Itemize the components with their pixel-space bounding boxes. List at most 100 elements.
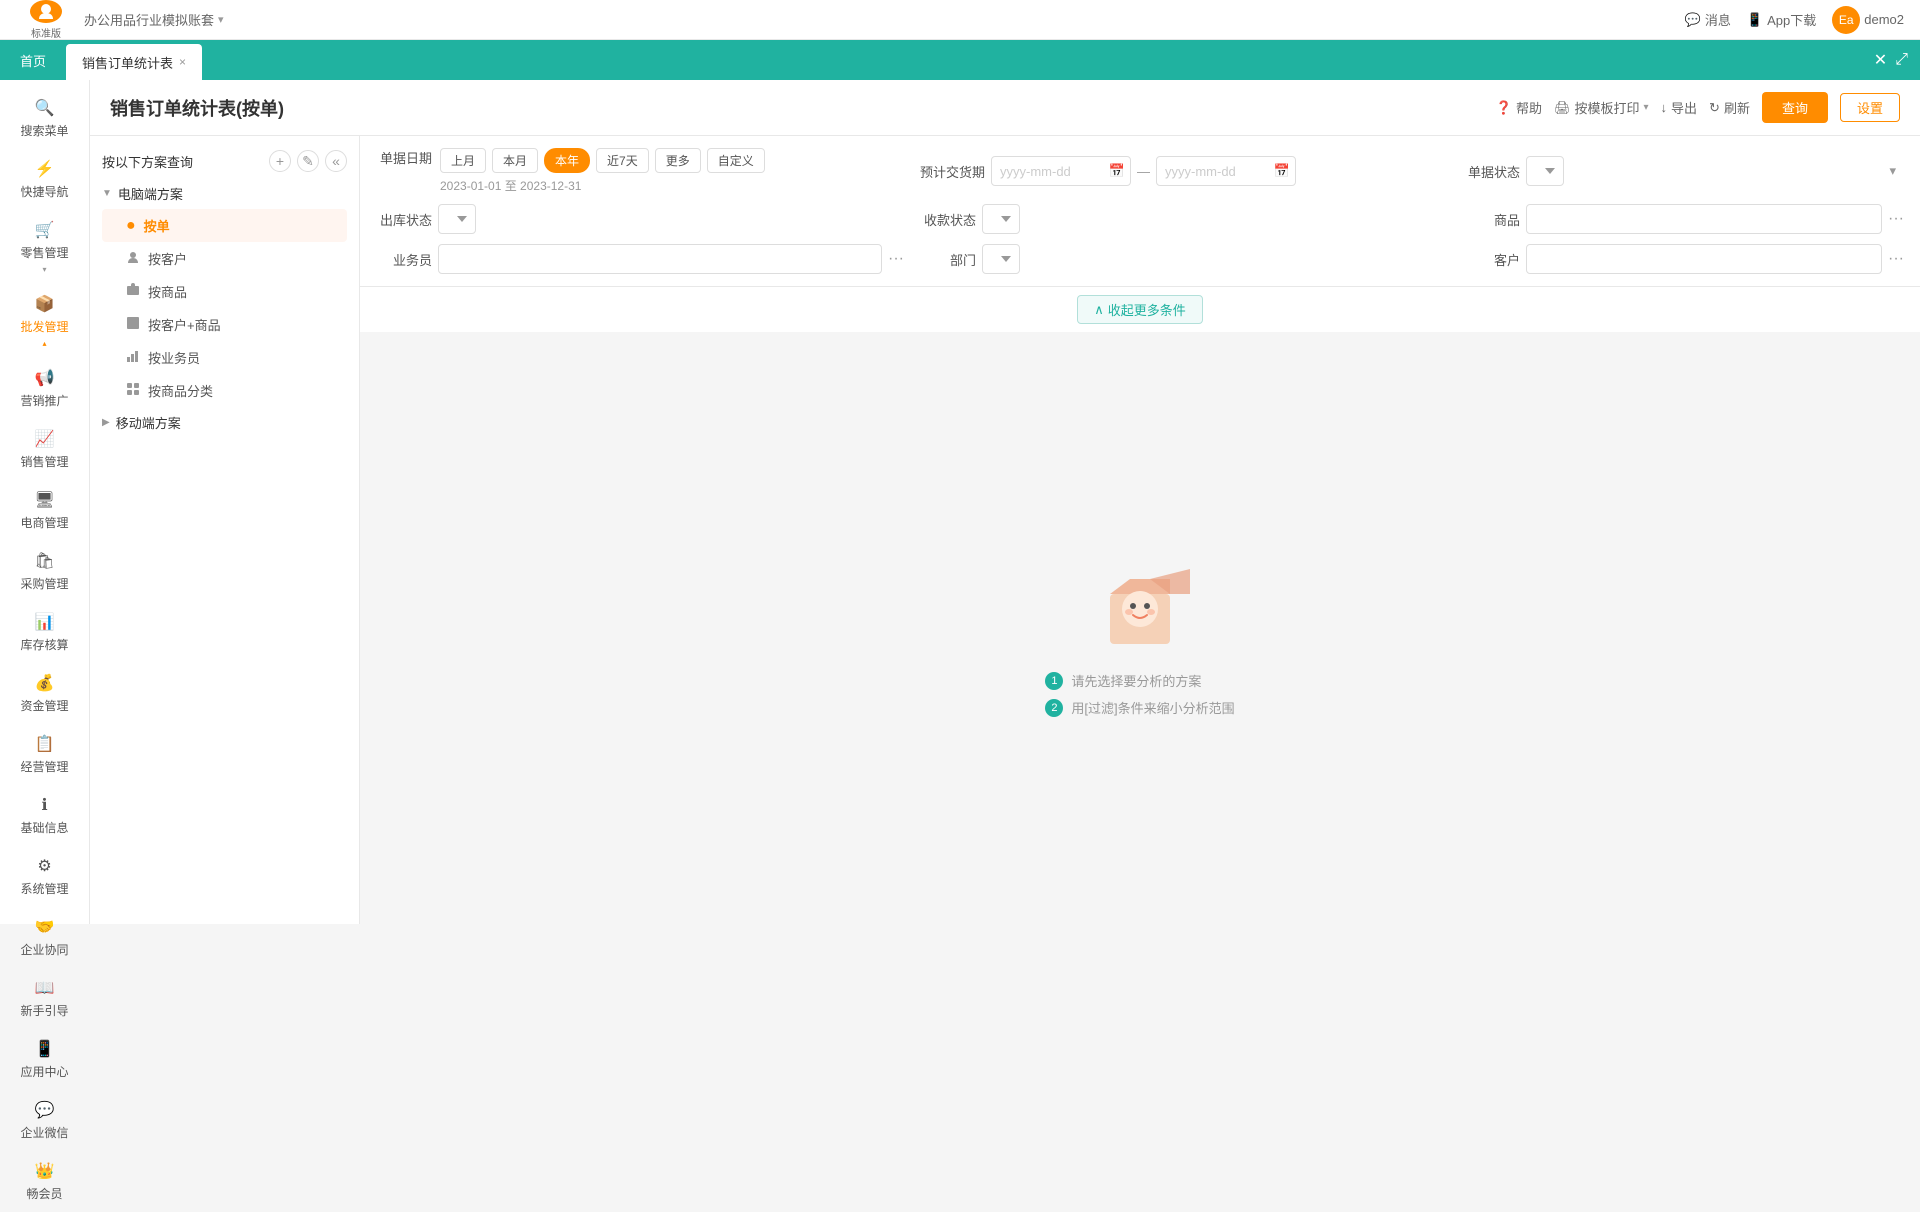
sidebar-item-wechat[interactable]: 💬 企业微信: [0, 1090, 89, 1151]
sidebar-item-purchase[interactable]: 🛍 采购管理: [0, 541, 89, 602]
tab-close-icon[interactable]: ×: [179, 55, 186, 69]
delivery-select[interactable]: [438, 204, 476, 234]
sidebar-item-corp-collab[interactable]: 🤝 企业协同: [0, 907, 89, 968]
sidebar-item-wholesale[interactable]: 📦 批发管理 ▴: [0, 284, 89, 358]
date-btn-custom[interactable]: 自定义: [707, 148, 765, 173]
app-download-btn[interactable]: 📱 App下载: [1747, 10, 1816, 29]
sidebar-item-finance[interactable]: 💰 资金管理: [0, 663, 89, 724]
scheme-group-mobile: ▶ 移动端方案: [90, 407, 359, 438]
dropdown-icon: ▾: [218, 13, 224, 26]
tip-num-1: 1: [1045, 672, 1063, 690]
sidebar-item-app-center[interactable]: 📱 应用中心: [0, 1029, 89, 1090]
scheme-item-by-goods[interactable]: 按商品: [102, 275, 347, 308]
by-salesperson-label: 按业务员: [148, 348, 200, 367]
right-panel: 单据日期 上月 本月 本年 近7天 更多 自定义 20: [360, 136, 1920, 924]
customer-more-icon[interactable]: ···: [1888, 250, 1904, 268]
status-dropdown-icon: ▾: [1889, 163, 1896, 179]
salesperson-more-icon[interactable]: ···: [888, 250, 904, 268]
sidebar-item-retail[interactable]: 🛒 零售管理 ▾: [0, 210, 89, 284]
salesperson-input[interactable]: [438, 244, 882, 274]
content-area: 销售订单统计表(按单) ❓ 帮助 🖨 按模板打印 ▾ ↓ 导出 ↻ 刷新: [90, 80, 1920, 924]
payment-label: 收款状态: [920, 210, 976, 229]
export-btn[interactable]: ↓ 导出: [1661, 98, 1698, 117]
sidebar-item-newbie[interactable]: 📖 新手引导: [0, 968, 89, 1029]
sidebar-item-ecommerce[interactable]: 🖥 电商管理: [0, 480, 89, 541]
app-title-select[interactable]: 办公用品行业模拟账套 ▾: [84, 10, 224, 29]
mobile-group-label: 移动端方案: [116, 413, 181, 432]
app-title: 办公用品行业模拟账套: [84, 10, 214, 29]
scheme-item-by-customer[interactable]: 按客户: [102, 242, 347, 275]
sidebar-item-sales[interactable]: 📈 销售管理: [0, 419, 89, 480]
date-btn-more[interactable]: 更多: [655, 148, 701, 173]
delivery-label: 出库状态: [376, 210, 432, 229]
message-icon: 💬: [1685, 12, 1701, 28]
expected-date-end[interactable]: [1156, 156, 1296, 186]
goods-input[interactable]: [1526, 204, 1882, 234]
logo-text: 标准版: [31, 25, 61, 40]
sidebar-item-search[interactable]: 🔍 搜索菜单: [0, 88, 89, 149]
scheme-item-by-cust-goods[interactable]: 按客户+商品: [102, 308, 347, 341]
sidebar-item-member[interactable]: 👑 畅会员: [0, 1151, 89, 1212]
by-customer-label: 按客户: [148, 249, 187, 268]
scheme-item-by-salesperson[interactable]: 按业务员: [102, 341, 347, 374]
newbie-icon: 📖: [35, 978, 55, 998]
salesperson-label: 业务员: [376, 250, 432, 269]
query-button[interactable]: 查询: [1762, 92, 1828, 123]
date-btn-last-month[interactable]: 上月: [440, 148, 486, 173]
collab-icon: 🤝: [35, 917, 55, 937]
tabbar-right: ✕ ⤢: [1874, 50, 1920, 70]
by-cust-goods-label: 按客户+商品: [148, 315, 221, 334]
sidebar-item-basic[interactable]: ℹ 基础信息: [0, 785, 89, 846]
window-maximize-icon[interactable]: ⤢: [1895, 51, 1908, 69]
status-select[interactable]: [1526, 156, 1564, 186]
pc-group-label: 电脑端方案: [118, 184, 183, 203]
collapse-bar[interactable]: ∧ 收起更多条件: [360, 287, 1920, 332]
collapse-button[interactable]: ∧ 收起更多条件: [1077, 295, 1203, 324]
scheme-group-mobile-title[interactable]: ▶ 移动端方案: [102, 407, 347, 438]
tab-sales-order[interactable]: 销售订单统计表 ×: [66, 44, 202, 80]
goods-label: 商品: [1464, 210, 1520, 229]
date-btn-this-month[interactable]: 本月: [492, 148, 538, 173]
message-btn[interactable]: 💬 消息: [1685, 10, 1731, 29]
add-scheme-btn[interactable]: +: [269, 150, 291, 172]
app-center-icon: 📱: [35, 1039, 55, 1059]
by-goods-icon: [126, 283, 140, 300]
edit-scheme-btn[interactable]: ✎: [297, 150, 319, 172]
sidebar-item-nav[interactable]: ⚡ 快捷导航: [0, 149, 89, 210]
page-actions: ❓ 帮助 🖨 按模板打印 ▾ ↓ 导出 ↻ 刷新 查询 设置: [1496, 92, 1900, 123]
page-title: 销售订单统计表(按单): [110, 95, 284, 121]
nav-icon: ⚡: [35, 159, 55, 179]
expected-date-label: 预计交货期: [920, 162, 985, 181]
customer-label: 客户: [1464, 250, 1520, 269]
topbar-right: 💬 消息 📱 App下载 Ea demo2: [1685, 6, 1904, 34]
expected-date-start[interactable]: [991, 156, 1131, 186]
goods-more-icon[interactable]: ···: [1888, 210, 1904, 228]
dept-select[interactable]: [982, 244, 1020, 274]
date-btn-7days[interactable]: 近7天: [596, 148, 649, 173]
by-salesperson-icon: [126, 349, 140, 366]
payment-select[interactable]: [982, 204, 1020, 234]
help-btn[interactable]: ❓ 帮助: [1496, 98, 1542, 117]
user-menu[interactable]: Ea demo2: [1832, 6, 1904, 34]
tabbar: 首页 销售订单统计表 × ✕ ⤢: [0, 40, 1920, 80]
scheme-item-by-category[interactable]: 按商品分类: [102, 374, 347, 407]
sidebar-item-inventory[interactable]: 📊 库存核算: [0, 602, 89, 663]
refresh-btn[interactable]: ↻ 刷新: [1709, 98, 1750, 117]
window-close-icon[interactable]: ✕: [1874, 50, 1887, 70]
phone-icon: 📱: [1747, 12, 1763, 28]
tip-num-2: 2: [1045, 699, 1063, 717]
empty-illustration: [1080, 539, 1200, 659]
date-btn-this-year[interactable]: 本年: [544, 148, 590, 173]
collapse-panel-btn[interactable]: «: [325, 150, 347, 172]
sidebar-item-marketing[interactable]: 📢 营销推广: [0, 358, 89, 419]
customer-input[interactable]: [1526, 244, 1882, 274]
scheme-group-pc-title[interactable]: ▼ 电脑端方案: [102, 178, 347, 209]
tab-label: 销售订单统计表: [82, 53, 173, 72]
date-range: 2023-01-01 至 2023-12-31: [440, 177, 765, 194]
scheme-item-by-order[interactable]: ● 按单: [102, 209, 347, 242]
tab-home[interactable]: 首页: [0, 40, 66, 80]
sidebar-item-management[interactable]: 📋 经营管理: [0, 724, 89, 785]
sidebar-item-system[interactable]: ⚙ 系统管理: [0, 846, 89, 907]
print-btn[interactable]: 🖨 按模板打印 ▾: [1554, 98, 1649, 117]
settings-button[interactable]: 设置: [1840, 93, 1900, 122]
